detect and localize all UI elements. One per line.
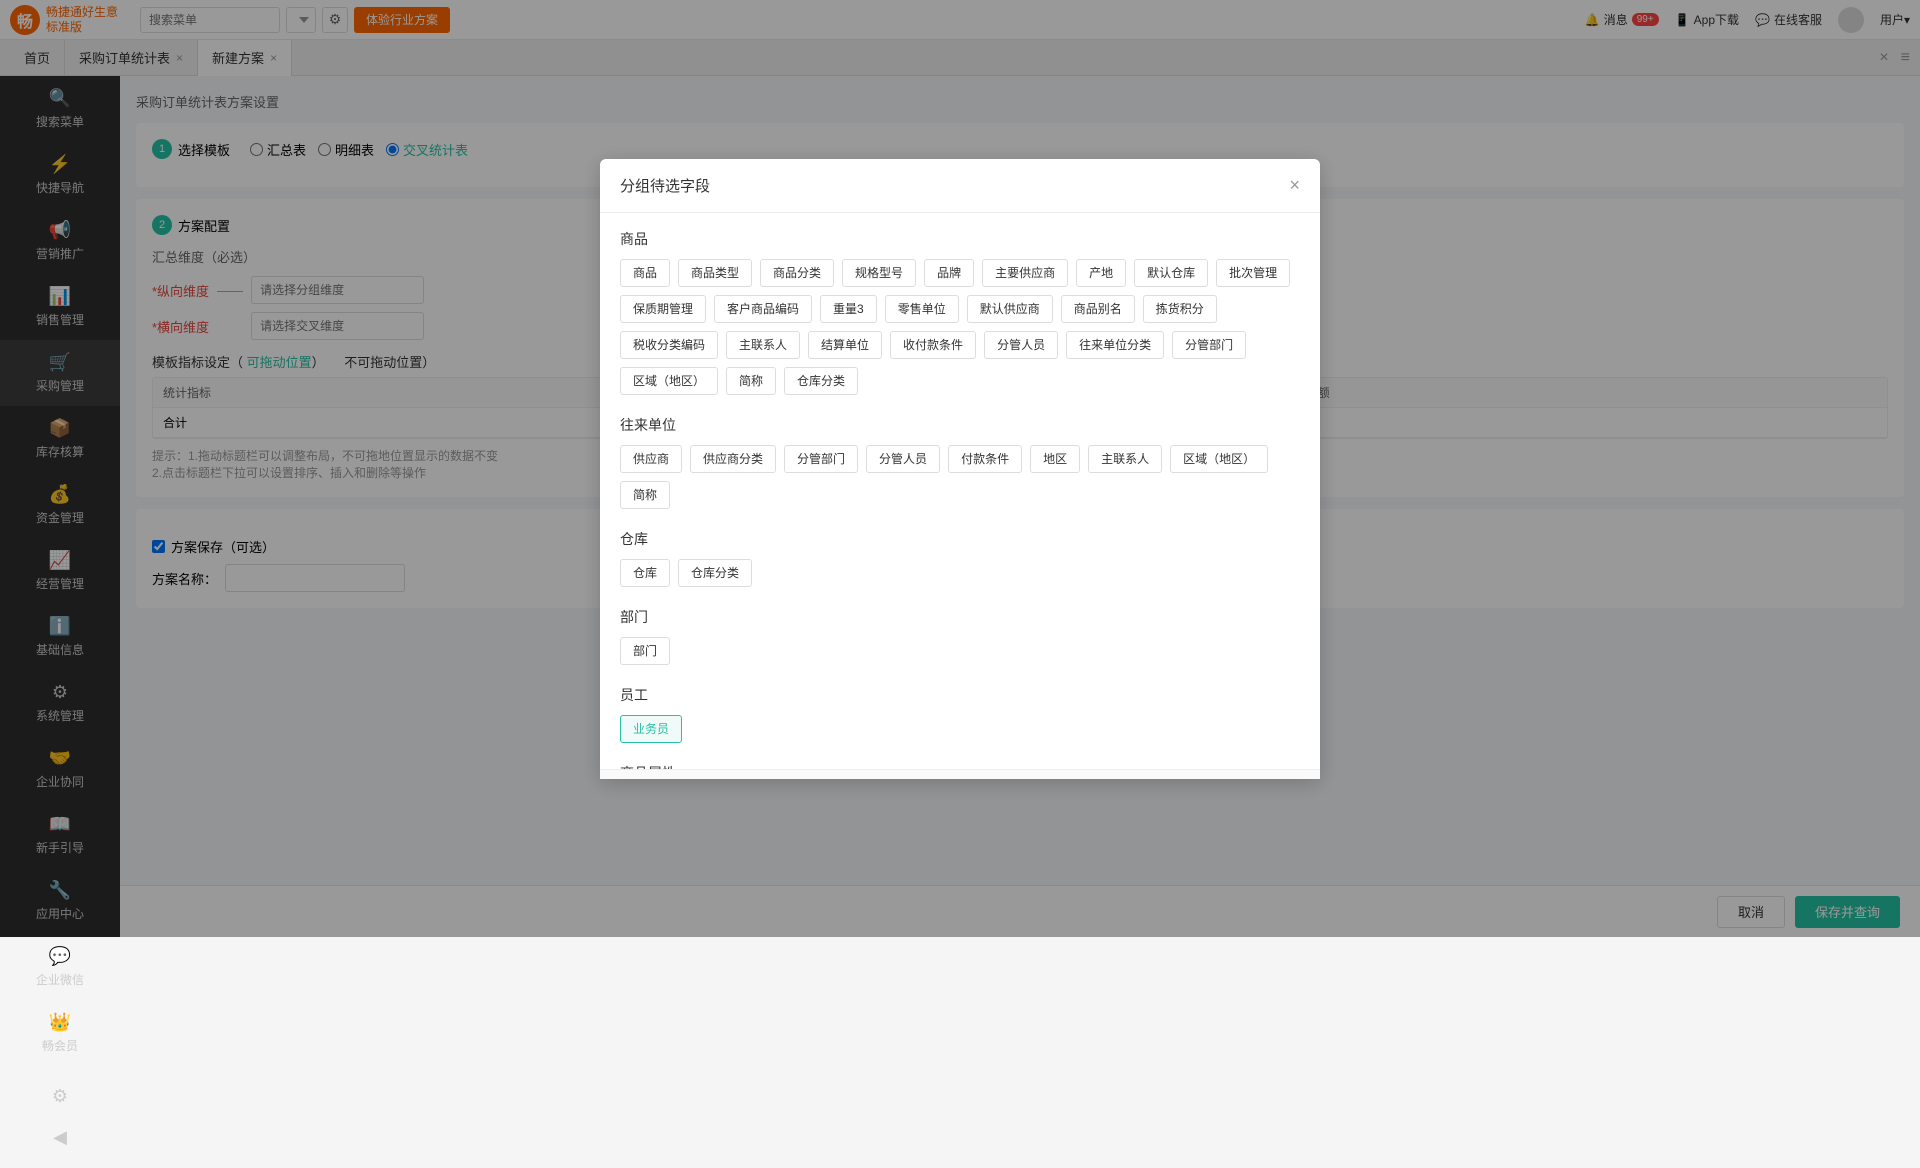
modal-close-button[interactable]: × <box>1289 176 1300 194</box>
field-warehouse-category[interactable]: 仓库分类 <box>678 559 752 587</box>
field-dept-counterpart[interactable]: 分管部门 <box>784 445 858 473</box>
field-batch-mgmt[interactable]: 批次管理 <box>1216 259 1290 287</box>
field-area-counterpart[interactable]: 区域（地区） <box>1170 445 1268 473</box>
field-region-counterpart[interactable]: 地区 <box>1030 445 1080 473</box>
product-fields: 商品 商品类型 商品分类 规格型号 品牌 主要供应商 产地 默认仓库 批次管理 … <box>620 259 1300 395</box>
modal-section-staff: 员工 业务员 <box>620 685 1300 743</box>
field-salesperson[interactable]: 业务员 <box>620 715 682 743</box>
sidebar-item-member[interactable]: 👑 畅会员 <box>0 1000 120 1066</box>
field-main-contact-counterpart[interactable]: 主联系人 <box>1088 445 1162 473</box>
sidebar-settings-btn[interactable]: ⚙ <box>0 1076 120 1117</box>
counterpart-fields: 供应商 供应商分类 分管部门 分管人员 付款条件 地区 主联系人 区域（地区） … <box>620 445 1300 509</box>
field-spec-model[interactable]: 规格型号 <box>842 259 916 287</box>
section-title-warehouse: 仓库 <box>620 529 1300 549</box>
sidebar-item-wechat[interactable]: 💬 企业微信 <box>0 934 120 1000</box>
field-supplier-category[interactable]: 供应商分类 <box>690 445 776 473</box>
modal-section-dept: 部门 部门 <box>620 607 1300 665</box>
modal-section-product: 商品 商品 商品类型 商品分类 规格型号 品牌 主要供应商 产地 默认仓库 批次… <box>620 229 1300 395</box>
field-tax-code[interactable]: 税收分类编码 <box>620 331 718 359</box>
field-settle-unit[interactable]: 结算单位 <box>808 331 882 359</box>
modal-overlay[interactable]: 分组待选字段 × 商品 商品 商品类型 商品分类 规格型号 品牌 主要供应商 产… <box>0 0 1920 937</box>
field-supervisor[interactable]: 分管人员 <box>984 331 1058 359</box>
sidebar-bottom: ⚙ ◀ <box>0 1066 120 1168</box>
field-payment-terms[interactable]: 收付款条件 <box>890 331 976 359</box>
modal-section-counterpart: 往来单位 供应商 供应商分类 分管部门 分管人员 付款条件 地区 主联系人 区域… <box>620 415 1300 509</box>
modal-body: 商品 商品 商品类型 商品分类 规格型号 品牌 主要供应商 产地 默认仓库 批次… <box>600 213 1320 769</box>
sidebar-collapse-btn[interactable]: ◀ <box>0 1117 120 1158</box>
field-pick-points[interactable]: 拣货积分 <box>1143 295 1217 323</box>
field-customer-code[interactable]: 客户商品编码 <box>714 295 812 323</box>
field-product-alias[interactable]: 商品别名 <box>1061 295 1135 323</box>
field-default-supplier[interactable]: 默认供应商 <box>967 295 1053 323</box>
field-warehouse[interactable]: 仓库 <box>620 559 670 587</box>
field-supplier[interactable]: 供应商 <box>620 445 682 473</box>
section-title-counterpart: 往来单位 <box>620 415 1300 435</box>
field-dept-product[interactable]: 分管部门 <box>1172 331 1246 359</box>
field-warehouse-category-product[interactable]: 仓库分类 <box>784 367 858 395</box>
section-title-dept: 部门 <box>620 607 1300 627</box>
member-icon: 👑 <box>49 1012 71 1033</box>
field-weight3[interactable]: 重量3 <box>820 295 877 323</box>
staff-fields: 业务员 <box>620 715 1300 743</box>
field-abbr-counterpart[interactable]: 简称 <box>620 481 670 509</box>
field-shelf-life[interactable]: 保质期管理 <box>620 295 706 323</box>
field-product[interactable]: 商品 <box>620 259 670 287</box>
warehouse-fields: 仓库 仓库分类 <box>620 559 1300 587</box>
dept-fields: 部门 <box>620 637 1300 665</box>
field-brand[interactable]: 品牌 <box>924 259 974 287</box>
wechat-icon: 💬 <box>49 946 71 967</box>
field-region-product[interactable]: 区域（地区） <box>620 367 718 395</box>
field-origin[interactable]: 产地 <box>1076 259 1126 287</box>
modal-title: 分组待选字段 <box>620 175 710 196</box>
section-title-product: 商品 <box>620 229 1300 249</box>
field-product-category[interactable]: 商品分类 <box>760 259 834 287</box>
field-default-warehouse[interactable]: 默认仓库 <box>1134 259 1208 287</box>
field-retail-unit[interactable]: 零售单位 <box>885 295 959 323</box>
modal-header: 分组待选字段 × <box>600 159 1320 213</box>
field-payment-cond[interactable]: 付款条件 <box>948 445 1022 473</box>
section-title-staff: 员工 <box>620 685 1300 705</box>
modal-section-warehouse: 仓库 仓库 仓库分类 <box>620 529 1300 587</box>
modal-horizontal-scrollbar[interactable] <box>600 769 1320 779</box>
field-main-supplier[interactable]: 主要供应商 <box>982 259 1068 287</box>
modal-dialog: 分组待选字段 × 商品 商品 商品类型 商品分类 规格型号 品牌 主要供应商 产… <box>600 159 1320 779</box>
field-dept[interactable]: 部门 <box>620 637 670 665</box>
field-counterpart-category[interactable]: 往来单位分类 <box>1066 331 1164 359</box>
field-main-contact[interactable]: 主联系人 <box>726 331 800 359</box>
field-abbr-product[interactable]: 简称 <box>726 367 776 395</box>
field-product-type[interactable]: 商品类型 <box>678 259 752 287</box>
field-supervisor-counterpart[interactable]: 分管人员 <box>866 445 940 473</box>
